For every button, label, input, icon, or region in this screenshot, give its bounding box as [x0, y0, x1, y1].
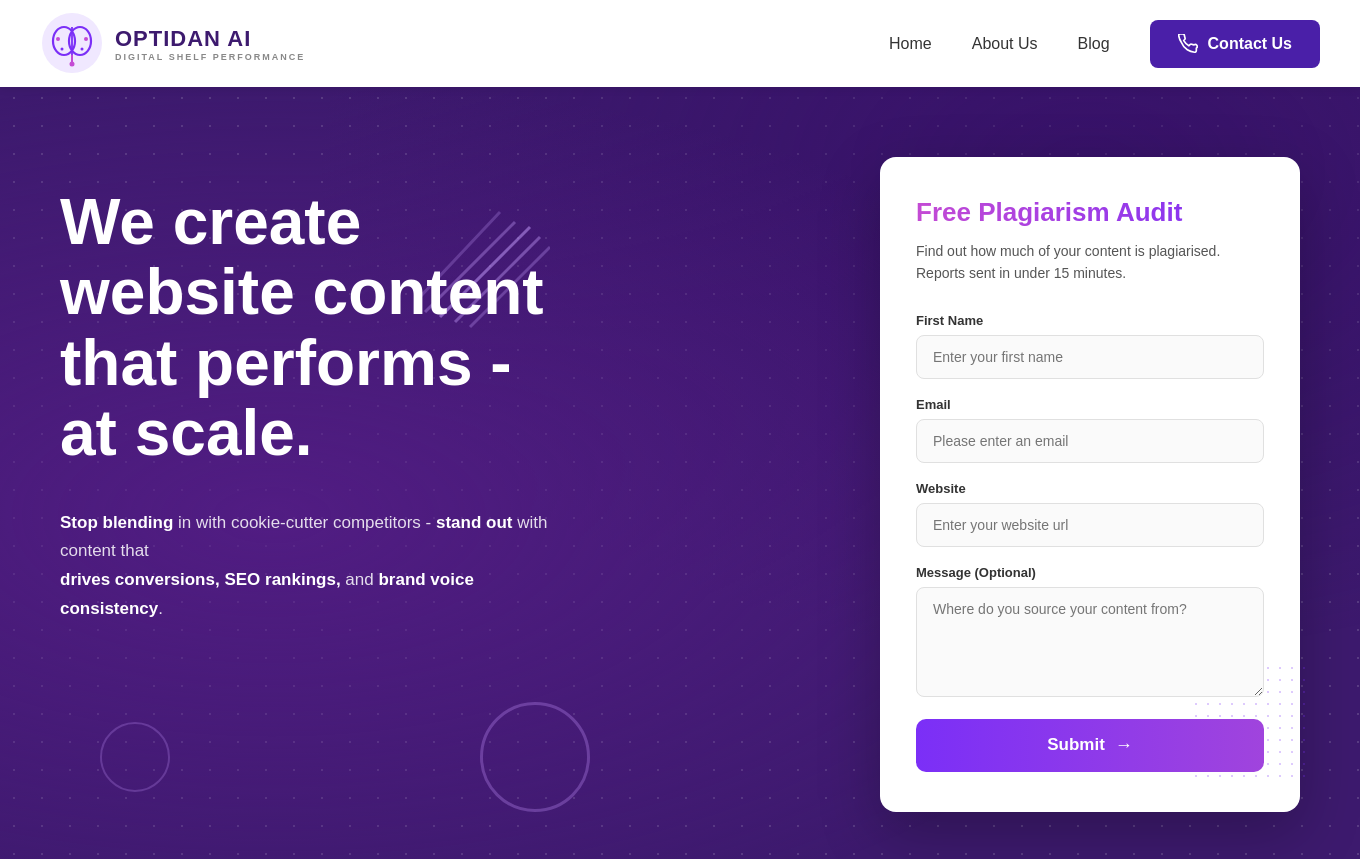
- svg-point-6: [61, 48, 64, 51]
- contact-us-label: Contact Us: [1208, 35, 1292, 53]
- submit-label: Submit: [1047, 735, 1105, 755]
- svg-point-4: [56, 37, 60, 41]
- logo[interactable]: OPTIDAN AI DIGITAL SHELF PERFORMANCE: [40, 11, 305, 76]
- website-input[interactable]: [916, 503, 1264, 547]
- arrow-right-icon: →: [1115, 735, 1133, 756]
- message-textarea[interactable]: [916, 587, 1264, 697]
- hero-body-part8: .: [158, 599, 163, 618]
- nav-home[interactable]: Home: [889, 35, 932, 53]
- headline-line1: We create: [60, 186, 361, 258]
- hero-stop-blending: Stop blending: [60, 513, 173, 532]
- logo-title: OPTIDAN AI: [115, 26, 305, 52]
- headline-line3: that performs -: [60, 327, 512, 399]
- email-group: Email: [916, 397, 1264, 463]
- logo-subtitle: DIGITAL SHELF PERFORMANCE: [115, 52, 305, 62]
- nav-links: Home About Us Blog Contact Us: [889, 20, 1320, 68]
- first-name-label: First Name: [916, 313, 1264, 328]
- nav-blog[interactable]: Blog: [1078, 35, 1110, 53]
- hero-body: Stop blending in with cookie-cutter comp…: [60, 509, 580, 625]
- hero-left: We create website content that performs …: [60, 147, 580, 624]
- hero-drives: drives conversions, SEO rankings,: [60, 570, 341, 589]
- nav-about-us[interactable]: About Us: [972, 35, 1038, 53]
- message-label: Message (Optional): [916, 565, 1264, 580]
- svg-point-7: [81, 48, 84, 51]
- form-title: Free Plagiarism Audit: [916, 197, 1264, 228]
- logo-icon: [40, 11, 105, 76]
- hero-section: We create website content that performs …: [0, 87, 1360, 859]
- website-label: Website: [916, 481, 1264, 496]
- headline-line4: at scale.: [60, 397, 313, 469]
- navbar: OPTIDAN AI DIGITAL SHELF PERFORMANCE Hom…: [0, 0, 1360, 87]
- first-name-input[interactable]: [916, 335, 1264, 379]
- first-name-group: First Name: [916, 313, 1264, 379]
- message-group: Message (Optional): [916, 565, 1264, 701]
- email-label: Email: [916, 397, 1264, 412]
- contact-us-button[interactable]: Contact Us: [1150, 20, 1320, 68]
- svg-point-9: [70, 62, 75, 67]
- hero-headline: We create website content that performs …: [60, 187, 580, 469]
- hero-stand-out: stand out: [436, 513, 513, 532]
- circle-small-decoration: [100, 722, 170, 792]
- hero-body-part2: in with cookie-cutter competitors -: [173, 513, 436, 532]
- svg-point-5: [84, 37, 88, 41]
- headline-line2: website content: [60, 256, 544, 328]
- email-input[interactable]: [916, 419, 1264, 463]
- form-description: Find out how much of your content is pla…: [916, 240, 1264, 285]
- submit-button[interactable]: Submit →: [916, 719, 1264, 772]
- circle-decoration: [480, 702, 590, 812]
- phone-icon: [1178, 34, 1198, 54]
- hero-body-part6: and: [341, 570, 379, 589]
- website-group: Website: [916, 481, 1264, 547]
- form-card: Free Plagiarism Audit Find out how much …: [880, 157, 1300, 812]
